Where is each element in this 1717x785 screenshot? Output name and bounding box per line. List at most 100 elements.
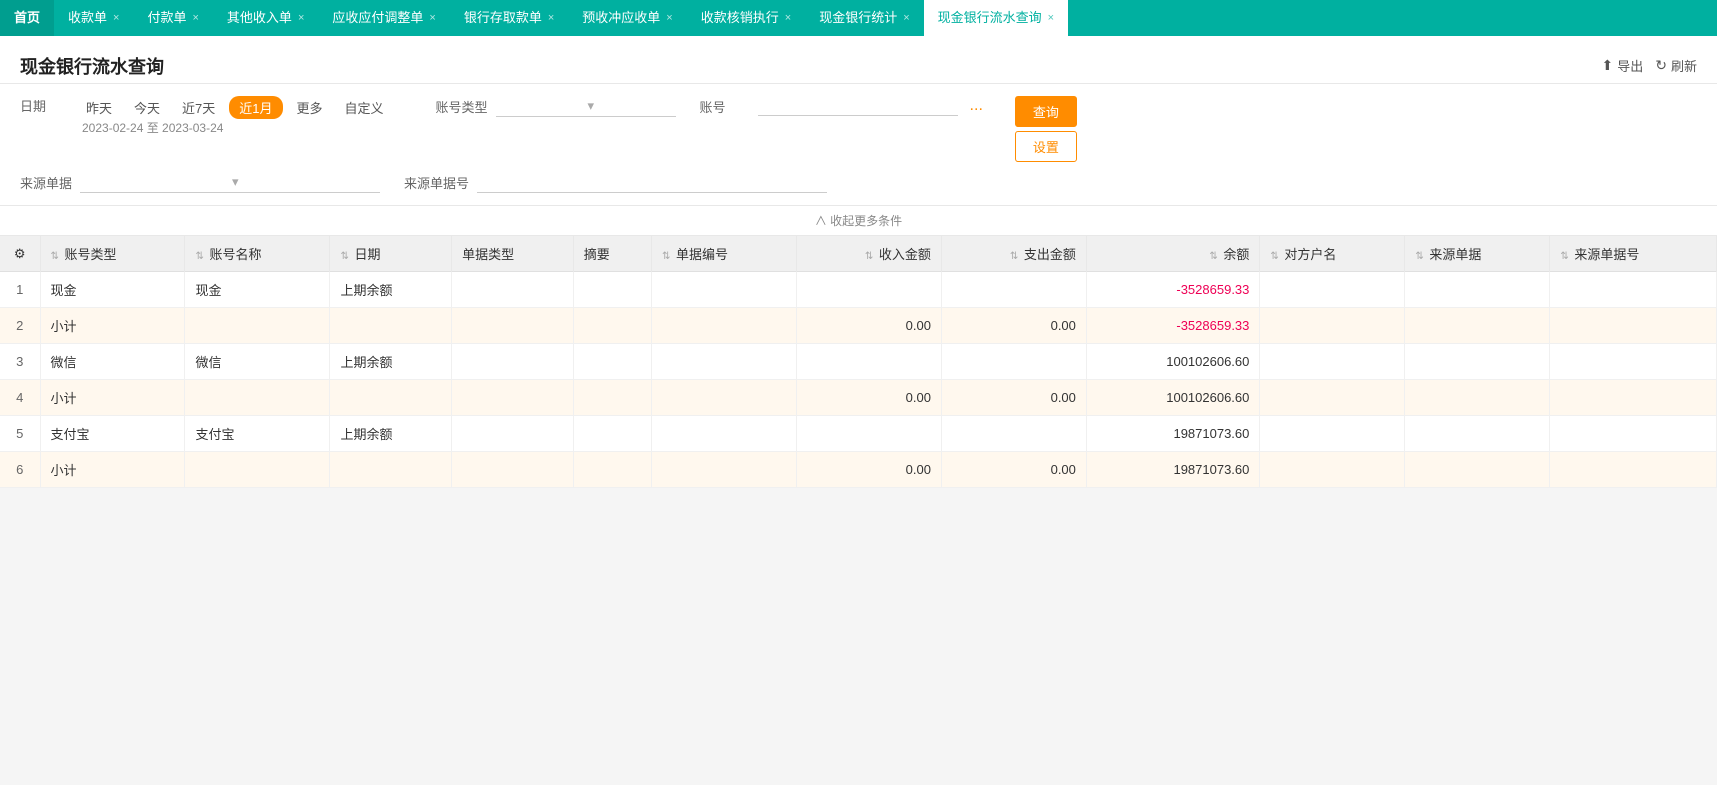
sort-icon: ⇅ xyxy=(1209,251,1217,262)
row-counterpart xyxy=(1260,416,1405,452)
chevron-down-icon: ▾ xyxy=(588,98,670,114)
row-summary xyxy=(573,308,651,344)
date-btn-yesterday[interactable]: 昨天 xyxy=(78,96,120,119)
col-expense[interactable]: ⇅ 支出金额 xyxy=(941,236,1086,272)
date-btn-1month[interactable]: 近1月 xyxy=(229,96,282,119)
col-counterpart[interactable]: ⇅ 对方户名 xyxy=(1260,236,1405,272)
table-row[interactable]: 6 小计 0.00 0.00 19871073.60 xyxy=(0,452,1717,488)
account-label: 账号 xyxy=(700,97,750,116)
settings-button[interactable]: 设置 xyxy=(1015,131,1077,162)
date-btn-more[interactable]: 更多 xyxy=(289,96,331,119)
row-date xyxy=(330,380,452,416)
account-ellipsis[interactable]: ... xyxy=(970,97,983,115)
close-icon[interactable]: × xyxy=(785,0,791,36)
row-account-name xyxy=(185,308,330,344)
row-counterpart xyxy=(1260,380,1405,416)
row-income: 0.00 xyxy=(796,452,941,488)
table-row[interactable]: 5 支付宝 支付宝 上期余额 19871073.60 xyxy=(0,416,1717,452)
export-button[interactable]: ⬆ 导出 xyxy=(1602,56,1644,75)
nav-tab-yinhangshequ[interactable]: 银行存取款单 × xyxy=(450,0,568,36)
col-doc-type[interactable]: 单据类型 xyxy=(452,236,574,272)
row-account-type: 微信 xyxy=(40,344,185,380)
row-summary xyxy=(573,272,651,308)
nav-tab-qitashouru[interactable]: 其他收入单 × xyxy=(213,0,318,36)
sort-icon: ⇅ xyxy=(1010,251,1018,262)
table-row[interactable]: 1 现金 现金 上期余额 -3528659.33 xyxy=(0,272,1717,308)
row-doc-no xyxy=(652,344,797,380)
row-doc-type xyxy=(452,380,574,416)
row-date: 上期余额 xyxy=(330,344,452,380)
table-row[interactable]: 3 微信 微信 上期余额 100102606.60 xyxy=(0,344,1717,380)
row-source-doc xyxy=(1405,452,1550,488)
refresh-button[interactable]: ↻ 刷新 xyxy=(1655,56,1697,75)
close-icon[interactable]: × xyxy=(298,0,304,36)
row-date: 上期余额 xyxy=(330,416,452,452)
row-account-name xyxy=(185,452,330,488)
col-summary[interactable]: 摘要 xyxy=(573,236,651,272)
close-icon[interactable]: × xyxy=(666,0,672,36)
close-icon[interactable]: × xyxy=(113,0,119,36)
row-expense xyxy=(941,272,1086,308)
row-summary xyxy=(573,452,651,488)
row-counterpart xyxy=(1260,308,1405,344)
query-button[interactable]: 查询 xyxy=(1015,96,1077,127)
row-summary xyxy=(573,380,651,416)
col-balance[interactable]: ⇅ 余额 xyxy=(1086,236,1259,272)
nav-tab-yingshouyingfu[interactable]: 应收应付调整单 × xyxy=(318,0,449,36)
row-summary xyxy=(573,344,651,380)
nav-home[interactable]: 首页 xyxy=(0,0,54,36)
nav-tab-fukuandan[interactable]: 付款单 × xyxy=(133,0,212,36)
table-row[interactable]: 2 小计 0.00 0.00 -3528659.33 xyxy=(0,308,1717,344)
col-gear[interactable]: ⚙ xyxy=(0,236,40,272)
nav-tab-xianjinliushui[interactable]: 现金银行流水查询 × xyxy=(924,0,1068,36)
col-account-type[interactable]: ⇅ 账号类型 xyxy=(40,236,185,272)
sort-icon: ⇅ xyxy=(51,251,59,262)
date-btn-custom[interactable]: 自定义 xyxy=(337,96,392,119)
date-btn-7days[interactable]: 近7天 xyxy=(174,96,223,119)
col-source-doc-no[interactable]: ⇅ 来源单据号 xyxy=(1550,236,1717,272)
col-date[interactable]: ⇅ 日期 xyxy=(330,236,452,272)
row-source-doc-no xyxy=(1550,416,1717,452)
account-type-select[interactable]: ▾ xyxy=(496,96,676,117)
sort-icon: ⇅ xyxy=(662,251,670,262)
col-account-name[interactable]: ⇅ 账号名称 xyxy=(185,236,330,272)
collapse-bar[interactable]: ∧ 收起更多条件 xyxy=(0,206,1717,236)
close-icon[interactable]: × xyxy=(548,0,554,36)
nav-tab-shoukuanhexiao[interactable]: 收款核销执行 × xyxy=(687,0,805,36)
row-account-type: 小计 xyxy=(40,380,185,416)
source-doc-label: 来源单据 xyxy=(20,173,72,192)
nav-tab-yushou[interactable]: 预收冲应收单 × xyxy=(568,0,686,36)
source-doc-no-input[interactable] xyxy=(477,173,827,193)
date-options: 昨天 今天 近7天 近1月 更多 自定义 xyxy=(78,96,392,119)
nav-tab-shoukuandan[interactable]: 收款单 × xyxy=(54,0,133,36)
table-header-row: ⚙ ⇅ 账号类型 ⇅ 账号名称 ⇅ 日期 单据类型 摘要 xyxy=(0,236,1717,272)
row-account-name: 微信 xyxy=(185,344,330,380)
row-date xyxy=(330,308,452,344)
close-icon[interactable]: × xyxy=(429,0,435,36)
header-actions: ⬆ 导出 ↻ 刷新 xyxy=(1602,56,1698,75)
row-doc-no xyxy=(652,416,797,452)
table-row[interactable]: 4 小计 0.00 0.00 100102606.60 xyxy=(0,380,1717,416)
chevron-down-icon: ▾ xyxy=(232,174,374,190)
date-btn-today[interactable]: 今天 xyxy=(126,96,168,119)
row-expense: 0.00 xyxy=(941,380,1086,416)
row-source-doc-no xyxy=(1550,452,1717,488)
account-input[interactable] xyxy=(758,96,958,116)
col-income[interactable]: ⇅ 收入金额 xyxy=(796,236,941,272)
row-source-doc xyxy=(1405,380,1550,416)
row-source-doc-no xyxy=(1550,380,1717,416)
close-icon[interactable]: × xyxy=(1048,0,1054,36)
page-header: 现金银行流水查询 ⬆ 导出 ↻ 刷新 xyxy=(0,36,1717,84)
col-doc-no[interactable]: ⇅ 单据编号 xyxy=(652,236,797,272)
source-doc-select[interactable]: ▾ xyxy=(80,172,380,193)
nav-tab-xianjintongji[interactable]: 现金银行统计 × xyxy=(805,0,923,36)
row-doc-type xyxy=(452,344,574,380)
row-source-doc xyxy=(1405,416,1550,452)
row-income xyxy=(796,272,941,308)
close-icon[interactable]: × xyxy=(903,0,909,36)
row-income xyxy=(796,344,941,380)
row-source-doc xyxy=(1405,272,1550,308)
col-source-doc[interactable]: ⇅ 来源单据 xyxy=(1405,236,1550,272)
close-icon[interactable]: × xyxy=(192,0,198,36)
row-index: 5 xyxy=(0,416,40,452)
